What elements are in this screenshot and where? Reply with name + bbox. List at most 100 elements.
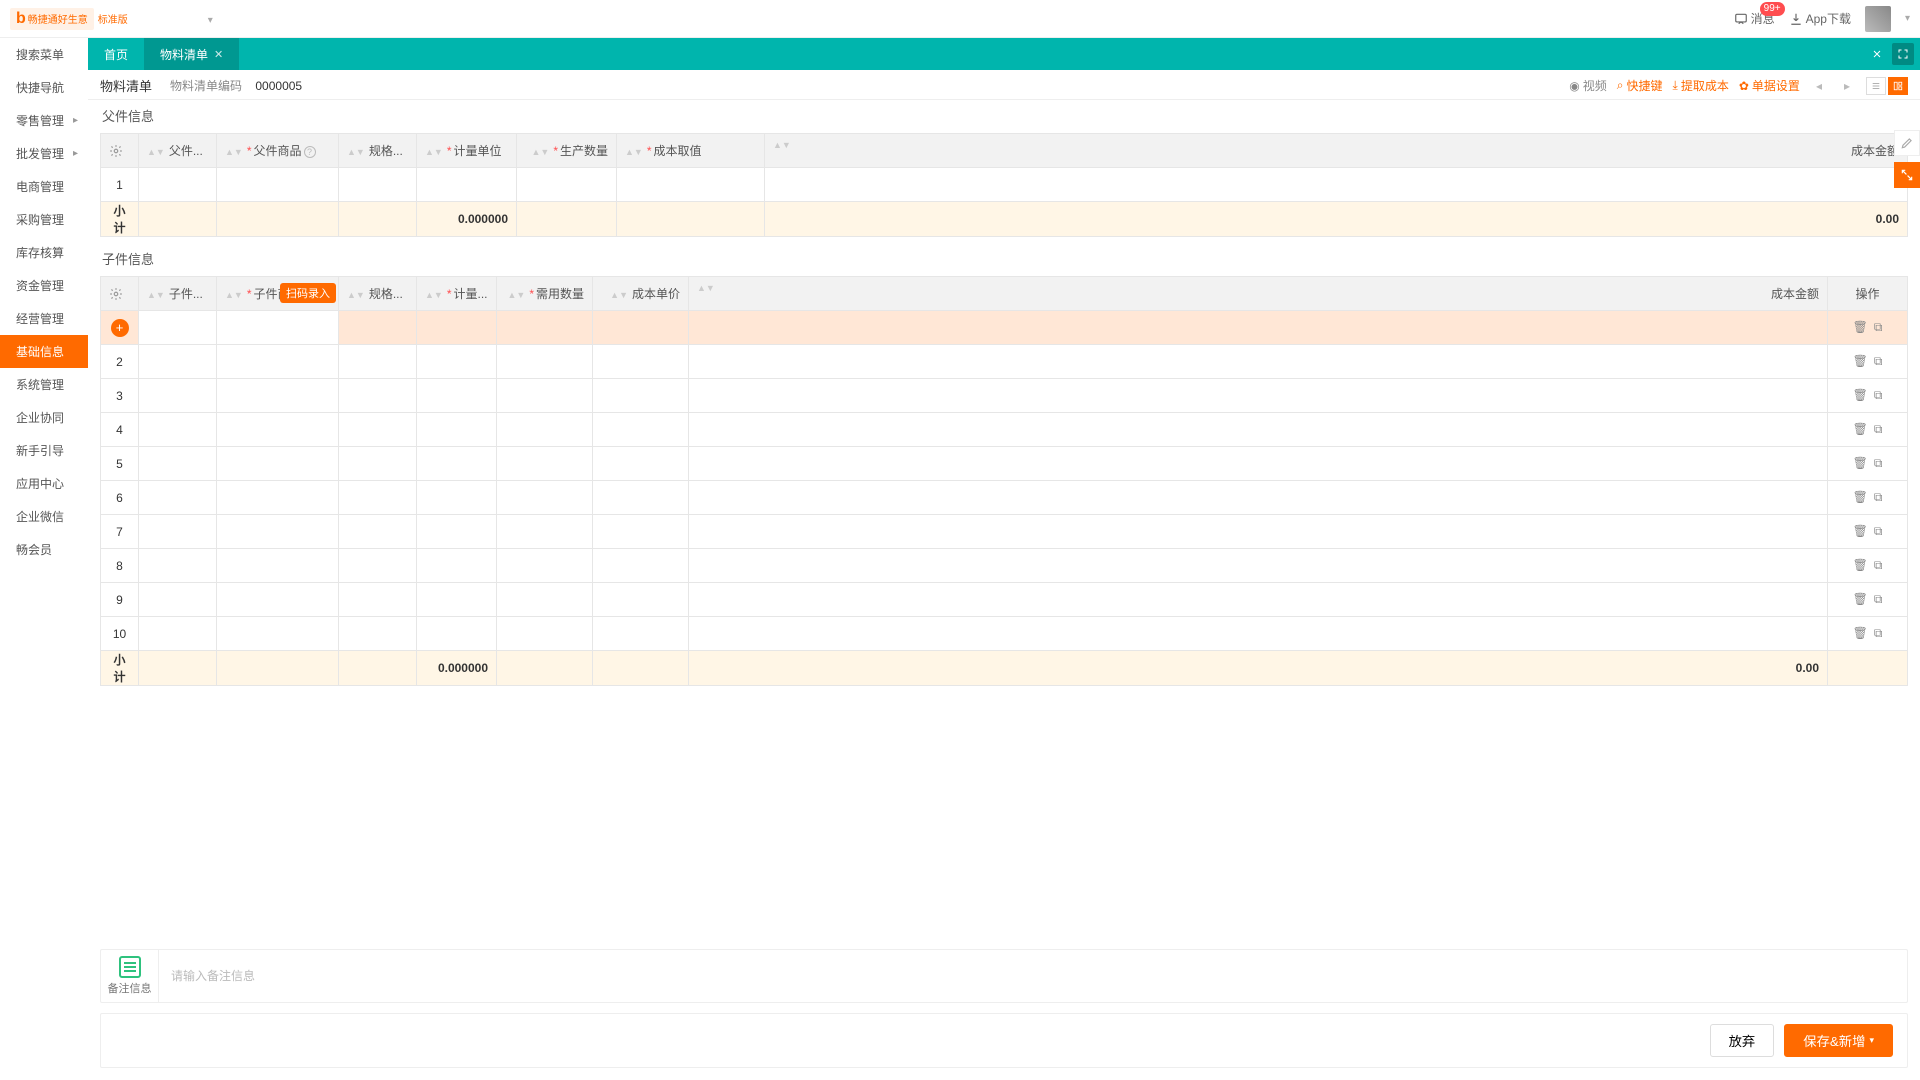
sidebar-item-5[interactable]: 采购管理 (0, 203, 88, 236)
view-list-button[interactable] (1866, 77, 1886, 95)
account-chevron-icon[interactable]: ▾ (1905, 13, 1910, 24)
app-download-link[interactable]: App下载 (1789, 10, 1851, 27)
prev-doc-button[interactable]: ◂ (1810, 79, 1828, 93)
delete-icon[interactable]: 🗑 (1853, 388, 1868, 402)
sidebar-item-6[interactable]: 库存核算 (0, 236, 88, 269)
copy-icon[interactable]: ⧉ (1874, 490, 1883, 504)
child-row[interactable]: 9🗑⧉ (101, 583, 1908, 617)
child-row[interactable]: 3🗑⧉ (101, 379, 1908, 413)
child-row[interactable]: 2🗑⧉ (101, 345, 1908, 379)
sidebar-item-11[interactable]: 企业协同 (0, 401, 88, 434)
child-col-product[interactable]: ▲▼*子件商 扫码录入 (217, 277, 339, 311)
row-index: 6 (101, 481, 139, 515)
sidebar-item-9[interactable]: 基础信息 (0, 335, 88, 368)
tab-bom[interactable]: 物料清单 ✕ (144, 38, 239, 70)
tab-close-panel-button[interactable] (1866, 43, 1888, 65)
child-code-input[interactable] (139, 311, 217, 345)
child-gear-header[interactable] (101, 277, 139, 311)
child-col-need-qty[interactable]: ▲▼*需用数量 (497, 277, 593, 311)
parent-col-unit[interactable]: ▲▼*计量单位 (417, 134, 517, 168)
delete-icon[interactable]: 🗑 (1853, 422, 1868, 436)
child-row[interactable]: + 🗑 ⧉ (101, 311, 1908, 345)
close-icon[interactable]: ✕ (214, 48, 223, 61)
child-col-spec[interactable]: ▲▼规格... (339, 277, 417, 311)
delete-icon[interactable]: 🗑 (1853, 524, 1868, 538)
child-col-unit-cost[interactable]: ▲▼成本单价 (593, 277, 689, 311)
download-icon (1789, 12, 1803, 26)
sidebar-item-0[interactable]: 搜索菜单 (0, 38, 88, 71)
copy-icon[interactable]: ⧉ (1874, 626, 1883, 640)
copy-icon[interactable]: ⧉ (1874, 388, 1883, 402)
delete-icon[interactable]: 🗑 (1853, 456, 1868, 470)
help-icon[interactable]: ? (304, 146, 316, 158)
child-row[interactable]: 10🗑⧉ (101, 617, 1908, 651)
row-index: 4 (101, 413, 139, 447)
sidebar-item-10[interactable]: 系统管理 (0, 368, 88, 401)
child-row[interactable]: 5 🗑 ⧉ (101, 447, 1908, 481)
sidebar-item-4[interactable]: 电商管理 (0, 170, 88, 203)
add-row-button[interactable]: + (111, 319, 129, 337)
save-add-button[interactable]: 保存&新增 ▾ (1784, 1024, 1893, 1057)
sidebar-item-13[interactable]: 应用中心 (0, 467, 88, 500)
child-row[interactable]: 7🗑⧉ (101, 515, 1908, 549)
view-form-button[interactable] (1888, 77, 1908, 95)
avatar[interactable] (1865, 6, 1891, 32)
extract-cost-link[interactable]: ⤓ 提取成本 (1673, 77, 1729, 94)
hotkey-link[interactable]: ⌕ 快捷键 (1617, 77, 1663, 94)
row-ops: 🗑⧉ (1828, 583, 1908, 617)
child-row[interactable]: 4🗑⧉ (101, 413, 1908, 447)
copy-icon[interactable]: ⧉ (1874, 422, 1883, 436)
copy-icon[interactable]: ⧉ (1874, 320, 1883, 334)
child-row[interactable]: 8🗑⧉ (101, 549, 1908, 583)
parent-subtotal-amt: 0.00 (765, 202, 1908, 237)
copy-icon[interactable]: ⧉ (1874, 558, 1883, 572)
rail-edit-button[interactable] (1894, 130, 1920, 156)
parent-subtotal-qty: 0.000000 (417, 202, 517, 237)
delete-icon[interactable]: 🗑 (1853, 490, 1868, 504)
remark-input[interactable] (159, 969, 1907, 983)
scan-input-badge[interactable]: 扫码录入 (280, 283, 336, 303)
copy-icon[interactable]: ⧉ (1874, 456, 1883, 470)
row-index: 5 (101, 447, 139, 481)
delete-icon[interactable]: 🗑 (1853, 592, 1868, 606)
parent-col-cost-src[interactable]: ▲▼*成本取值 (617, 134, 765, 168)
page-title: 物料清单 (100, 76, 152, 95)
delete-icon[interactable]: 🗑 (1853, 320, 1868, 334)
doc-setting-link[interactable]: ✿ 单据设置 (1739, 77, 1800, 94)
delete-icon[interactable]: 🗑 (1853, 354, 1868, 368)
parent-col-product[interactable]: ▲▼*父件商品? (217, 134, 339, 168)
child-col-code[interactable]: ▲▼子件... (139, 277, 217, 311)
sidebar-item-7[interactable]: 资金管理 (0, 269, 88, 302)
child-col-unit[interactable]: ▲▼*计量... (417, 277, 497, 311)
copy-icon[interactable]: ⧉ (1874, 592, 1883, 606)
delete-icon[interactable]: 🗑 (1853, 626, 1868, 640)
child-product-input[interactable] (217, 311, 339, 345)
sidebar-item-14[interactable]: 企业微信 (0, 500, 88, 533)
row-ops: 🗑⧉ (1828, 413, 1908, 447)
delete-icon[interactable]: 🗑 (1853, 558, 1868, 572)
tab-home[interactable]: 首页 (88, 38, 144, 70)
discard-button[interactable]: 放弃 (1710, 1024, 1775, 1057)
messages-link[interactable]: 消息 99+ (1734, 10, 1775, 27)
parent-col-cost-amt[interactable]: ▲▼成本金额 (765, 134, 1908, 168)
parent-row[interactable]: 1 (101, 168, 1908, 202)
sidebar-item-2[interactable]: 零售管理 (0, 104, 88, 137)
parent-gear-header[interactable] (101, 134, 139, 168)
rail-expand-button[interactable] (1894, 162, 1920, 188)
sidebar-item-15[interactable]: 畅会员 (0, 533, 88, 566)
sidebar-item-12[interactable]: 新手引导 (0, 434, 88, 467)
org-dropdown[interactable]: ▾ (208, 12, 213, 26)
video-link[interactable]: ◉ 视频 (1569, 77, 1607, 94)
sidebar-item-3[interactable]: 批发管理 (0, 137, 88, 170)
copy-icon[interactable]: ⧉ (1874, 524, 1883, 538)
sidebar-item-8[interactable]: 经营管理 (0, 302, 88, 335)
parent-col-spec[interactable]: ▲▼规格... (339, 134, 417, 168)
child-col-cost-amt[interactable]: ▲▼成本金额 (689, 277, 1828, 311)
child-row[interactable]: 6 🗑 ⧉ (101, 481, 1908, 515)
next-doc-button[interactable]: ▸ (1838, 79, 1856, 93)
fullscreen-button[interactable] (1892, 43, 1914, 65)
parent-col-code[interactable]: ▲▼父件... (139, 134, 217, 168)
sidebar-item-1[interactable]: 快捷导航 (0, 71, 88, 104)
copy-icon[interactable]: ⧉ (1874, 354, 1883, 368)
parent-col-qty[interactable]: ▲▼*生产数量 (517, 134, 617, 168)
